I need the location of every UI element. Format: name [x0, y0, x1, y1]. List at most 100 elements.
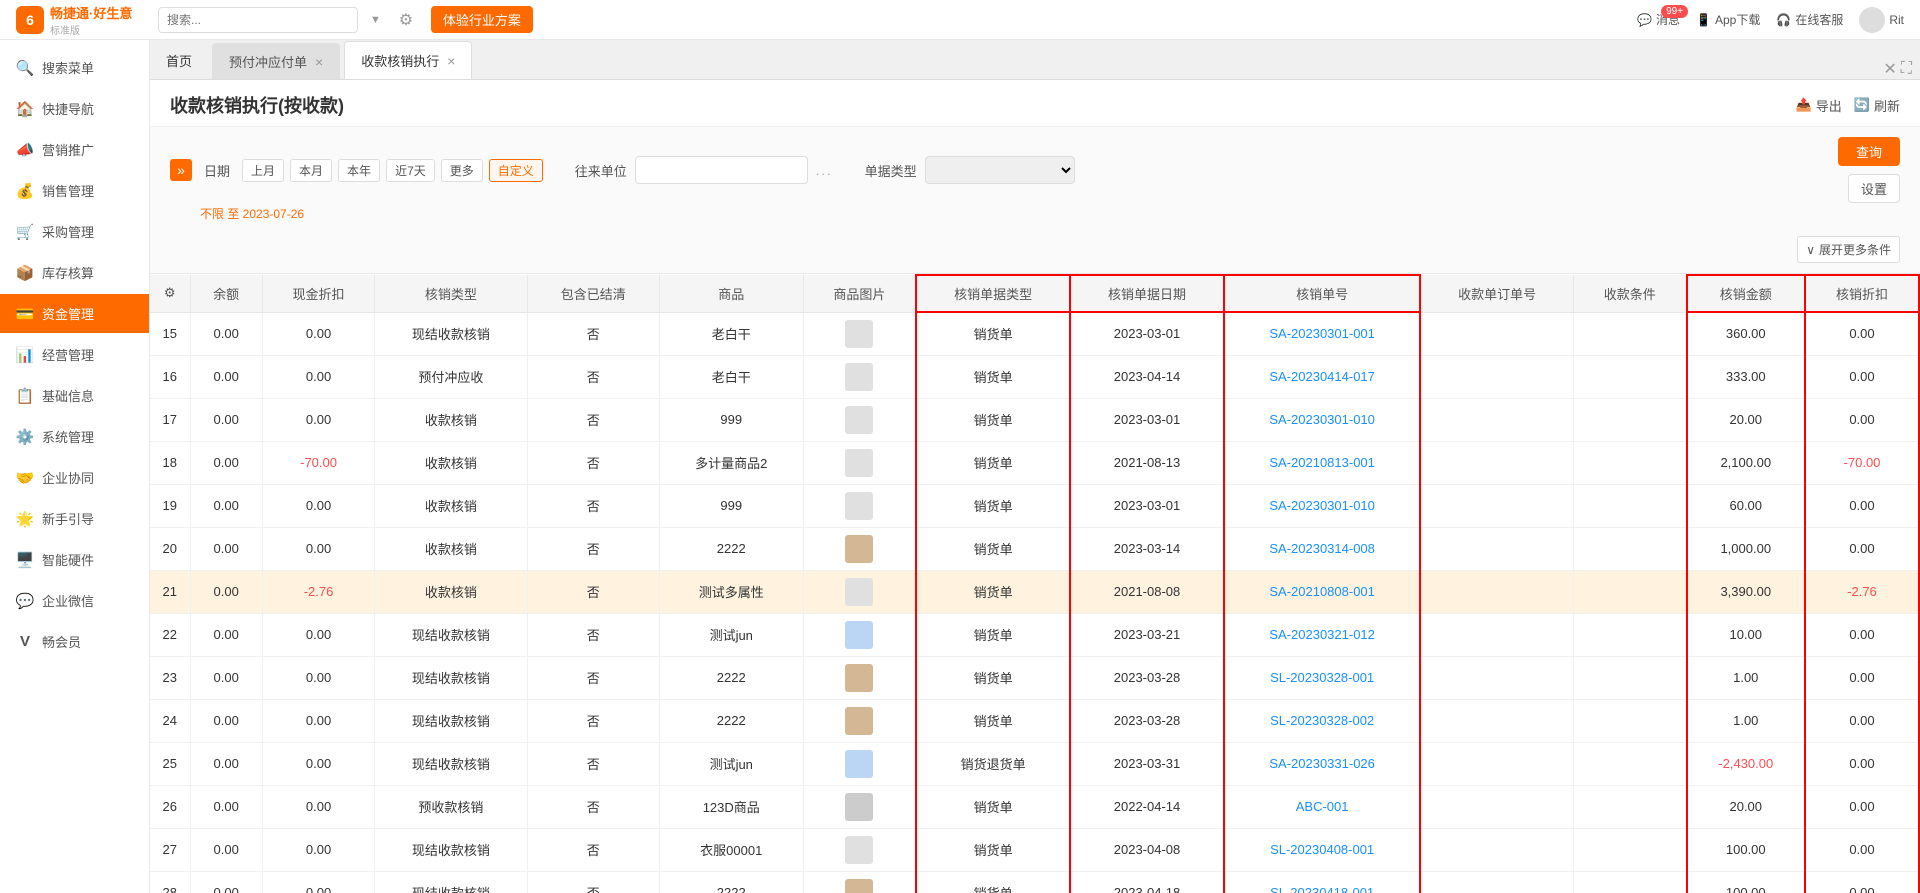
cell-verify-bill-no[interactable]: SA-20230301-001 — [1224, 312, 1420, 355]
verify-bill-no-link[interactable]: SL-20230418-001 — [1270, 885, 1374, 893]
settings-icon[interactable]: ⚙ — [393, 7, 419, 33]
tab-prepay[interactable]: 预付冲应付单 × — [212, 43, 340, 79]
user-display[interactable]: Rit — [1859, 7, 1904, 33]
verify-bill-no-link[interactable]: SA-20230314-008 — [1269, 541, 1375, 556]
cell-cash-discount: 0.00 — [262, 613, 374, 656]
cell-verify-bill-no[interactable]: SL-20230328-002 — [1224, 699, 1420, 742]
query-button[interactable]: 查询 — [1838, 137, 1900, 166]
search-input[interactable] — [158, 7, 358, 33]
date-custom[interactable]: 自定义 — [489, 159, 543, 182]
cell-verify-bill-no[interactable]: SA-20230314-008 — [1224, 527, 1420, 570]
verify-bill-no-link[interactable]: SA-20210813-001 — [1269, 455, 1375, 470]
date-last-month[interactable]: 上月 — [242, 159, 284, 182]
verify-bill-no-link[interactable]: SL-20230328-001 — [1270, 670, 1374, 685]
verify-bill-no-link[interactable]: SL-20230408-001 — [1270, 842, 1374, 857]
filter-settings-button[interactable]: 设置 — [1848, 174, 1900, 203]
cell-verify-bill-no[interactable]: SA-20230321-012 — [1224, 613, 1420, 656]
cell-verify-bill-date: 2023-04-08 — [1070, 828, 1224, 871]
date-this-month[interactable]: 本月 — [290, 159, 332, 182]
verify-bill-no-link[interactable]: SA-20230414-017 — [1269, 369, 1375, 384]
tab-verify[interactable]: 收款核销执行 × — [344, 41, 472, 79]
close-window-icon[interactable]: ✕ — [1883, 59, 1896, 79]
industry-button[interactable]: 体验行业方案 — [431, 6, 533, 33]
cell-cash-discount: 0.00 — [262, 699, 374, 742]
cell-include-settled: 否 — [527, 484, 659, 527]
cell-goods-image — [803, 484, 916, 527]
sidebar-item-marketing[interactable]: 📣 营销推广 — [0, 130, 149, 169]
sidebar-item-purchase[interactable]: 🛒 采购管理 — [0, 212, 149, 251]
cell-verify-bill-no[interactable]: SA-20230414-017 — [1224, 355, 1420, 398]
verify-bill-no-link[interactable]: SA-20230301-001 — [1269, 326, 1375, 341]
sidebar-label-search: 搜索菜单 — [42, 58, 94, 77]
verify-bill-no-link[interactable]: SA-20230331-026 — [1269, 756, 1375, 771]
cell-verify-bill-no[interactable]: SA-20210813-001 — [1224, 441, 1420, 484]
date-more[interactable]: 更多 — [441, 159, 483, 182]
cell-goods: 999 — [660, 398, 804, 441]
cell-verify-bill-date: 2023-04-14 — [1070, 355, 1224, 398]
data-table: ⚙ 余额 现金折扣 核销类型 包含已结清 商品 商品图片 核销单据类型 核销单据… — [150, 274, 1920, 893]
tab-verify-close[interactable]: × — [447, 54, 455, 68]
dropdown-arrow-icon[interactable]: ▼ — [370, 14, 381, 26]
cell-verify-bill-no[interactable]: SL-20230408-001 — [1224, 828, 1420, 871]
verify-bill-no-link[interactable]: SA-20210808-001 — [1269, 584, 1375, 599]
online-service-button[interactable]: 🎧 在线客服 — [1776, 11, 1843, 28]
sidebar-item-search[interactable]: 🔍 搜索菜单 — [0, 48, 149, 87]
cell-verify-bill-no[interactable]: SL-20230418-001 — [1224, 871, 1420, 893]
cell-verify-bill-no[interactable]: SA-20210808-001 — [1224, 570, 1420, 613]
cell-verify-discount: 0.00 — [1805, 785, 1919, 828]
cell-verify-discount: -2.76 — [1805, 570, 1919, 613]
date-this-year[interactable]: 本年 — [338, 159, 380, 182]
verify-bill-no-link[interactable]: SA-20230301-010 — [1269, 412, 1375, 427]
sidebar-item-quick-nav[interactable]: 🏠 快捷导航 — [0, 89, 149, 128]
logo: 6 畅捷通·好生意 标准版 — [16, 3, 146, 37]
cell-receipt-condition — [1573, 785, 1686, 828]
cell-verify-bill-no[interactable]: SA-20230301-010 — [1224, 484, 1420, 527]
verify-bill-no-link[interactable]: SL-20230328-002 — [1270, 713, 1374, 728]
table-container[interactable]: ⚙ 余额 现金折扣 核销类型 包含已结清 商品 商品图片 核销单据类型 核销单据… — [150, 274, 1920, 893]
date-last-7-days[interactable]: 近7天 — [386, 159, 435, 182]
sidebar-label-system: 系统管理 — [42, 427, 94, 446]
sidebar-item-wechat[interactable]: 💬 企业微信 — [0, 581, 149, 620]
sidebar-item-sales[interactable]: 💰 销售管理 — [0, 171, 149, 210]
cell-verify-discount: 0.00 — [1805, 742, 1919, 785]
cell-goods: 测试jun — [660, 613, 804, 656]
cell-verify-bill-no[interactable]: SA-20230301-010 — [1224, 398, 1420, 441]
table-row: 27 0.00 0.00 现结收款核销 否 衣服00001 销货单 2023-0… — [150, 828, 1919, 871]
verify-bill-no-link[interactable]: ABC-001 — [1296, 799, 1349, 814]
cell-goods: 多计量商品2 — [660, 441, 804, 484]
sales-icon: 💰 — [16, 182, 34, 200]
sidebar-item-inventory[interactable]: 📦 库存核算 — [0, 253, 149, 292]
bill-type-select[interactable] — [925, 156, 1075, 184]
cell-verify-bill-no[interactable]: SL-20230328-001 — [1224, 656, 1420, 699]
sidebar-label-marketing: 营销推广 — [42, 140, 94, 159]
cell-verify-bill-no[interactable]: ABC-001 — [1224, 785, 1420, 828]
message-button[interactable]: 💬 消息 99+ — [1637, 11, 1680, 28]
sidebar-item-enterprise[interactable]: 🤝 企业协同 — [0, 458, 149, 497]
cell-verify-bill-no[interactable]: SA-20230331-026 — [1224, 742, 1420, 785]
maximize-icon[interactable]: ⛶ — [1901, 60, 1912, 78]
sidebar-item-member[interactable]: V 畅会员 — [0, 622, 149, 661]
tab-home[interactable]: 首页 — [150, 41, 208, 79]
app-download-button[interactable]: 📱 App下载 — [1696, 11, 1760, 28]
verify-bill-no-link[interactable]: SA-20230301-010 — [1269, 498, 1375, 513]
sidebar-item-business[interactable]: 📊 经营管理 — [0, 335, 149, 374]
table-row: 16 0.00 0.00 预付冲应收 否 老白干 销货单 2023-04-14 … — [150, 355, 1919, 398]
cell-goods: 测试jun — [660, 742, 804, 785]
partner-input[interactable] — [635, 156, 808, 184]
expand-conditions-button[interactable]: ∨ 展开更多条件 — [1797, 236, 1900, 263]
sidebar-item-basic[interactable]: 📋 基础信息 — [0, 376, 149, 415]
sidebar-item-hardware[interactable]: 🖥️ 智能硬件 — [0, 540, 149, 579]
sidebar-item-guide[interactable]: 🌟 新手引导 — [0, 499, 149, 538]
tab-prepay-close[interactable]: × — [315, 55, 323, 69]
export-button[interactable]: 📤 导出 — [1796, 96, 1842, 115]
sidebar-item-system[interactable]: ⚙️ 系统管理 — [0, 417, 149, 456]
verify-bill-no-link[interactable]: SA-20230321-012 — [1269, 627, 1375, 642]
refresh-button[interactable]: 🔄 刷新 — [1854, 96, 1900, 115]
filter-row-1: » 日期 上月 本月 本年 近7天 更多 自定义 往来单位 ... — [170, 137, 1900, 203]
table-body: 15 0.00 0.00 现结收款核销 否 老白干 销货单 2023-03-01… — [150, 312, 1919, 893]
filter-collapse-button[interactable]: » — [170, 159, 192, 181]
th-settings[interactable]: ⚙ — [150, 275, 190, 312]
date-range-display: 不限 至 2023-07-26 — [200, 207, 304, 221]
sidebar-item-finance[interactable]: 💳 资金管理 — [0, 294, 149, 333]
cell-goods-image — [803, 312, 916, 355]
